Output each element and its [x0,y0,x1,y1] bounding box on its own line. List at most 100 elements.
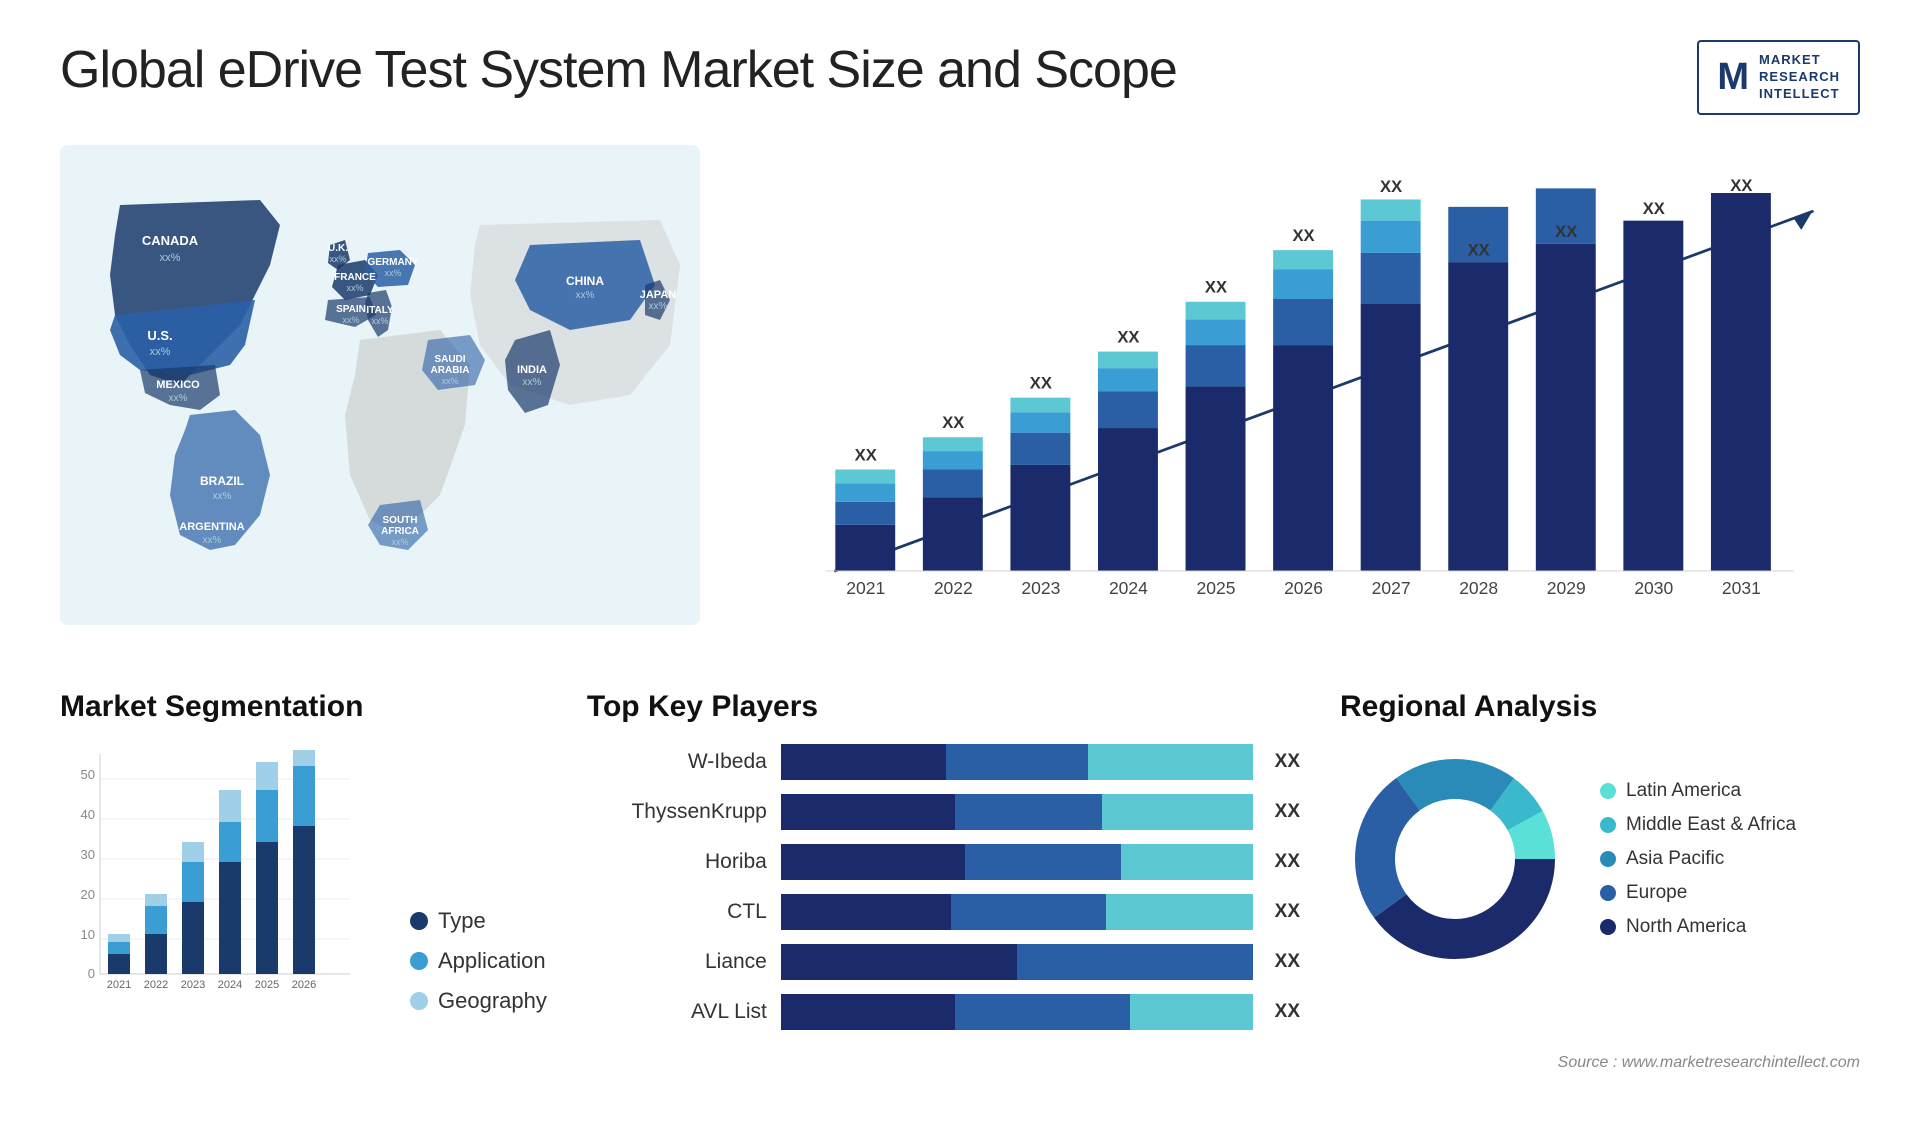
player-row-horiba: Horiba XX [587,844,1300,880]
player-bar-wibeda [781,744,1253,780]
map-section: CANADA xx% U.S. xx% MEXICO xx% BRAZIL xx… [60,145,700,670]
segmentation-chart: 0 10 20 30 40 50 2 [60,744,360,1014]
svg-text:XX: XX [1555,222,1577,241]
legend-europe: Europe [1600,882,1796,904]
type-dot [410,912,428,930]
latin-america-label: Latin America [1626,780,1741,802]
svg-text:xx%: xx% [160,252,181,264]
geography-label: Geography [438,988,547,1014]
svg-text:XX: XX [1380,177,1402,196]
player-xx-wibeda: XX [1275,751,1300,773]
player-xx-avl: XX [1275,1001,1300,1023]
japan-label: JAPAN [640,289,677,301]
player-bar-liance [781,944,1253,980]
market-segmentation-section: Market Segmentation 0 10 20 30 40 50 [60,690,547,1044]
regional-title: Regional Analysis [1340,690,1860,724]
logo-box: M MARKET RESEARCH INTELLECT [1697,40,1860,115]
application-dot [410,952,428,970]
svg-text:xx%: xx% [329,254,346,264]
svg-text:2024: 2024 [1109,578,1148,598]
asia-pacific-label: Asia Pacific [1626,848,1724,870]
svg-text:2030: 2030 [1634,578,1673,598]
svg-text:AFRICA: AFRICA [381,526,419,537]
svg-text:2027: 2027 [1372,578,1411,598]
svg-text:2026: 2026 [292,979,316,991]
geography-dot [410,992,428,1010]
svg-text:2028: 2028 [1459,578,1498,598]
svg-text:XX: XX [1030,373,1052,392]
svg-text:2024: 2024 [218,979,242,991]
brazil-label: BRAZIL [200,474,244,488]
svg-text:xx%: xx% [576,290,595,301]
svg-text:30: 30 [81,847,95,862]
application-label: Application [438,948,546,974]
svg-text:XX: XX [1468,240,1490,259]
logo-m-letter: M [1717,58,1749,96]
svg-text:xx%: xx% [213,491,232,502]
svg-text:xx%: xx% [150,346,171,358]
svg-text:GERMANY: GERMANY [367,257,418,268]
svg-text:2023: 2023 [1021,578,1060,598]
segmentation-content: 0 10 20 30 40 50 2 [60,744,547,1014]
svg-text:2022: 2022 [144,979,168,991]
player-row-avl: AVL List XX [587,994,1300,1030]
player-bar-horiba [781,844,1253,880]
svg-text:ARABIA: ARABIA [431,365,470,376]
svg-text:xx%: xx% [391,537,408,547]
svg-text:0: 0 [88,966,95,981]
svg-text:2021: 2021 [846,578,885,598]
mexico-label: MEXICO [156,379,200,391]
player-name-avl: AVL List [587,1000,767,1024]
segmentation-legend: Type Application Geography [410,908,547,1014]
regional-section: Regional Analysis [1340,690,1860,1044]
svg-text:20: 20 [81,887,95,902]
players-section: Top Key Players W-Ibeda XX ThyssenKrupp [587,690,1300,1044]
bottom-row: Market Segmentation 0 10 20 30 40 50 [60,690,1860,1044]
svg-text:2025: 2025 [1197,578,1236,598]
market-segmentation-title: Market Segmentation [60,690,547,724]
svg-text:U.K.: U.K. [328,243,348,254]
svg-text:2021: 2021 [107,979,131,991]
legend-north-america: North America [1600,916,1796,938]
player-row-liance: Liance XX [587,944,1300,980]
player-name-wibeda: W-Ibeda [587,750,767,774]
svg-text:ITALY: ITALY [366,305,394,316]
china-label: CHINA [566,274,604,288]
player-row-thyssen: ThyssenKrupp XX [587,794,1300,830]
svg-text:xx%: xx% [342,315,359,325]
svg-text:50: 50 [81,767,95,782]
legend-asia-pacific: Asia Pacific [1600,848,1796,870]
svg-text:2029: 2029 [1547,578,1586,598]
donut-area: Latin America Middle East & Africa Asia … [1340,744,1860,974]
svg-text:2031: 2031 [1722,578,1761,598]
player-xx-horiba: XX [1275,851,1300,873]
svg-text:2025: 2025 [255,979,279,991]
svg-text:XX: XX [855,445,877,464]
svg-text:xx%: xx% [169,393,188,404]
player-xx-thyssen: XX [1275,801,1300,823]
player-xx-liance: XX [1275,951,1300,973]
svg-text:2023: 2023 [181,979,205,991]
player-bar-thyssen [781,794,1253,830]
legend-mea: Middle East & Africa [1600,814,1796,836]
player-name-ctl: CTL [587,900,767,924]
player-name-thyssen: ThyssenKrupp [587,800,767,824]
svg-text:XX: XX [1643,199,1665,218]
svg-text:xx%: xx% [523,377,542,388]
svg-text:SOUTH: SOUTH [383,515,418,526]
players-bars: W-Ibeda XX ThyssenKrupp [587,744,1300,1030]
regional-legend: Latin America Middle East & Africa Asia … [1600,780,1796,938]
player-xx-ctl: XX [1275,901,1300,923]
india-label: INDIA [517,364,547,376]
legend-application: Application [410,948,547,974]
type-label: Type [438,908,486,934]
page-title: Global eDrive Test System Market Size an… [60,40,1177,100]
header: Global eDrive Test System Market Size an… [60,40,1860,115]
donut-chart [1340,744,1570,974]
chart-section: XX XX XX XX [740,145,1860,670]
player-row-wibeda: W-Ibeda XX [587,744,1300,780]
top-row: CANADA xx% U.S. xx% MEXICO xx% BRAZIL xx… [60,145,1860,670]
canada-label: CANADA [142,233,199,248]
north-america-label: North America [1626,916,1746,938]
svg-text:XX: XX [942,413,964,432]
